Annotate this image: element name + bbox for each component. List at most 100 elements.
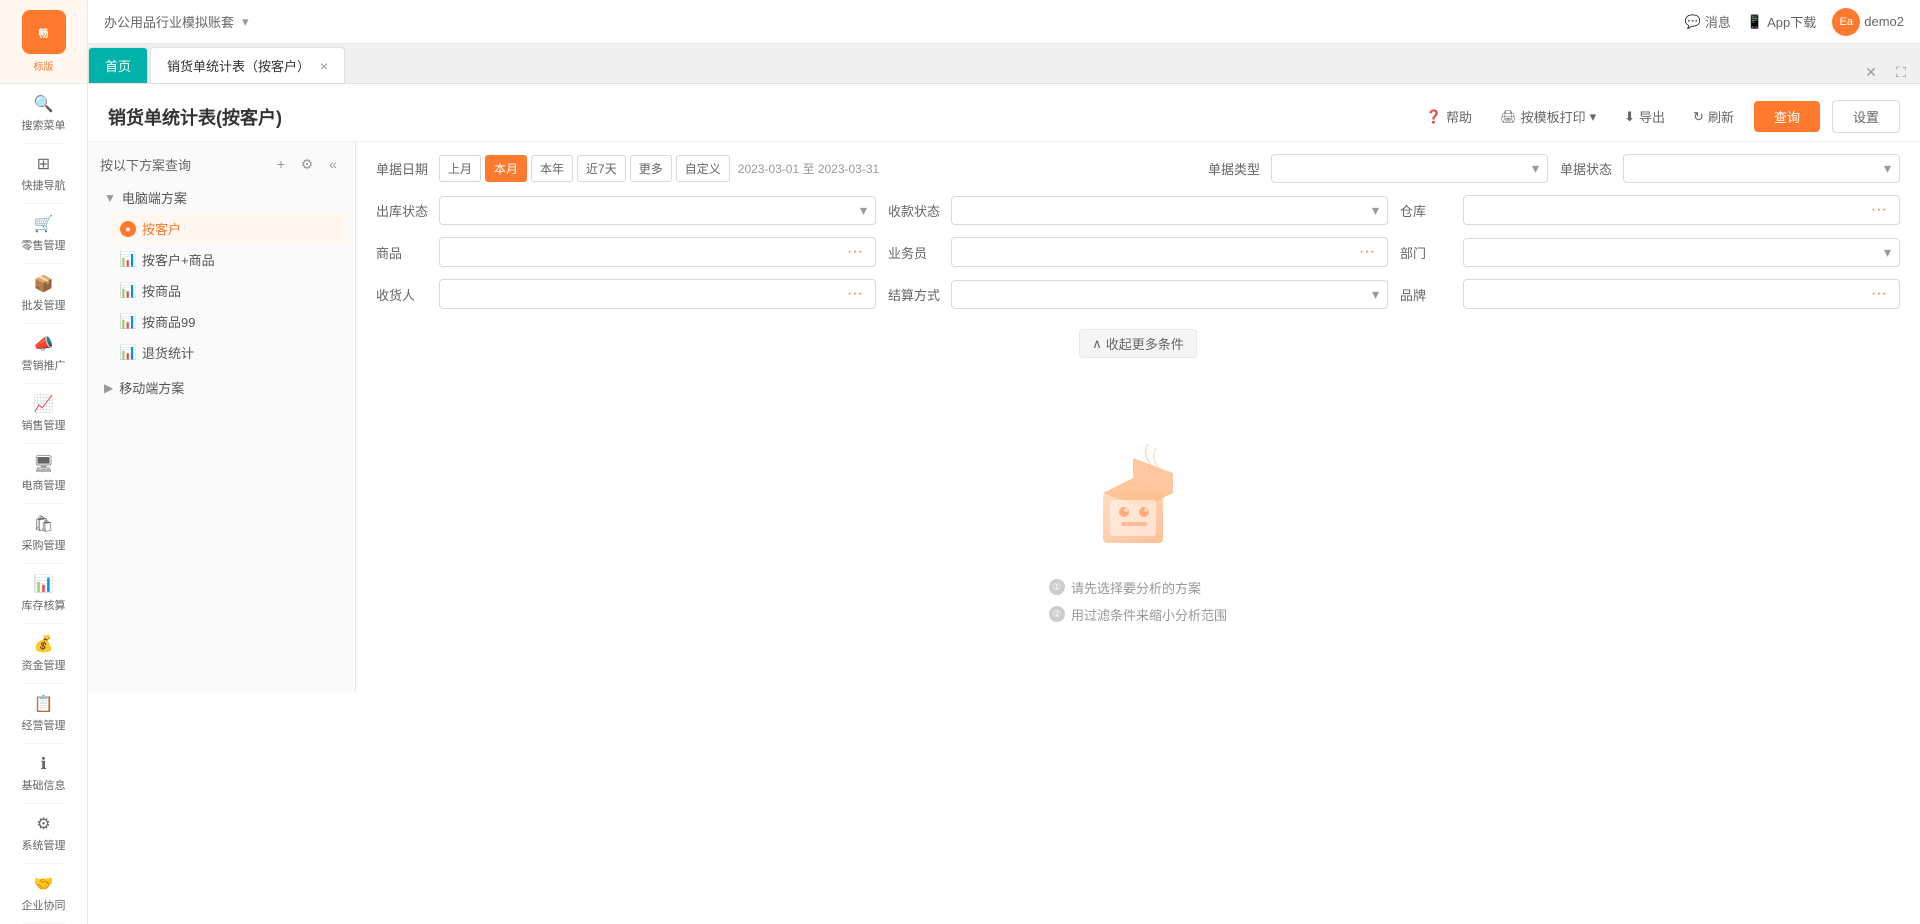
empty-tip-2: ② 用过滤条件来缩小分析范围 [1049, 605, 1227, 624]
salesperson-dots[interactable]: ··· [1355, 243, 1379, 261]
date-btn-this-month[interactable]: 本月 [485, 155, 527, 182]
tab-bar: 首页 销货单统计表（按客户） × ✕ ⛶ [88, 44, 1920, 84]
print-icon: 🖨 [1500, 109, 1517, 125]
app-download-button[interactable]: 📱 App下载 [1747, 12, 1816, 31]
search-button[interactable]: 查询 [1754, 101, 1820, 132]
collapse-button[interactable]: ∧ 收起更多条件 [1079, 329, 1197, 358]
sidebar-item-shortcut[interactable]: ⊞ 快捷导航 [22, 144, 66, 204]
doc-status-select[interactable]: ▾ [1623, 154, 1900, 183]
receiver-select[interactable]: ··· [439, 279, 876, 309]
scheme-item-by-product-label: 按商品 [142, 281, 181, 300]
page-actions: ❓ 帮助 🖨 按模板打印 ▾ ⬇ 导出 ↻ 刷新 查询 设置 [1418, 100, 1900, 133]
print-button[interactable]: 🖨 按模板打印 ▾ [1492, 103, 1604, 130]
sidebar-item-ecommerce[interactable]: 🖥 电商管理 [22, 444, 66, 504]
tab-close-icon[interactable]: × [320, 58, 328, 74]
close-window-button[interactable]: ✕ [1860, 61, 1882, 83]
help-button[interactable]: ❓ 帮助 [1418, 103, 1480, 130]
sidebar-item-inventory[interactable]: 📊 库存核算 [22, 564, 66, 624]
scheme-collapse-button[interactable]: « [323, 154, 343, 174]
scheme-item-return-stats[interactable]: 📊 退货统计 [112, 337, 347, 368]
salesperson-label: 业务员 [888, 243, 943, 262]
scheme-settings-button[interactable]: ⚙ [297, 154, 317, 174]
filter-row-3: 商品 ··· 业务员 ··· [376, 237, 1900, 267]
product-dots[interactable]: ··· [843, 243, 867, 261]
scheme-item-by-product99[interactable]: 📊 按商品99 [112, 306, 347, 337]
settlement-label: 结算方式 [888, 285, 943, 304]
enterprise-icon: 🤝 [34, 874, 54, 894]
date-btn-more[interactable]: 更多 [630, 155, 672, 182]
scheme-category-desktop: ▼ 电脑端方案 ● 按客户 📊 按客户+商品 [96, 182, 347, 368]
scheme-item-icon-customer-product: 📊 [120, 252, 136, 268]
date-btn-last-month[interactable]: 上月 [439, 155, 481, 182]
sidebar-item-system[interactable]: ⚙ 系统管理 [22, 804, 66, 864]
receiver-label: 收货人 [376, 285, 431, 304]
sidebar-item-operations[interactable]: 📋 经营管理 [22, 684, 66, 744]
scheme-add-button[interactable]: + [271, 154, 291, 174]
sidebar-item-basic[interactable]: ℹ 基础信息 [22, 744, 66, 804]
collapse-row: ∧ 收起更多条件 [376, 321, 1900, 366]
top-header: 办公用品行业模拟账套 ▾ 💬 消息 📱 App下载 Ea demo2 [88, 0, 1920, 44]
settings-button[interactable]: 设置 [1832, 100, 1900, 133]
logo-abbr: 畅 [39, 25, 49, 40]
department-select[interactable]: ▾ [1463, 238, 1900, 267]
empty-state: ① 请先选择要分析的方案 ② 用过滤条件来缩小分析范围 [356, 378, 1920, 692]
filter-item-settlement: 结算方式 ▾ [888, 280, 1388, 309]
tab-home[interactable]: 首页 [88, 47, 148, 83]
refresh-button[interactable]: ↻ 刷新 [1685, 103, 1742, 130]
export-icon: ⬇ [1624, 109, 1635, 125]
brand-select[interactable]: ··· [1463, 279, 1900, 309]
tab-sales-stats[interactable]: 销货单统计表（按客户） × [150, 47, 345, 83]
scheme-item-by-product[interactable]: 📊 按商品 [112, 275, 347, 306]
empty-icon [1078, 438, 1198, 558]
sidebar-item-purchase[interactable]: 🛍 采购管理 [22, 504, 66, 564]
receiver-dots[interactable]: ··· [843, 285, 867, 303]
scheme-category-desktop-header[interactable]: ▼ 电脑端方案 [96, 182, 347, 213]
salesperson-select[interactable]: ··· [951, 237, 1388, 267]
scheme-category-mobile-label: 移动端方案 [119, 378, 184, 397]
page-content: 销货单统计表(按客户) ❓ 帮助 🖨 按模板打印 ▾ ⬇ 导出 ↻ 刷新 [88, 84, 1920, 924]
filter-row-2: 出库状态 ▾ 收款状态 ▾ [376, 195, 1900, 225]
product-select[interactable]: ··· [439, 237, 876, 267]
warehouse-dots[interactable]: ··· [1867, 201, 1891, 219]
scheme-item-by-customer[interactable]: ● 按客户 [112, 213, 347, 244]
sidebar-item-enterprise[interactable]: 🤝 企业协同 [22, 864, 66, 924]
doc-status-chevron: ▾ [1884, 160, 1891, 177]
date-btn-last-7[interactable]: 近7天 [577, 155, 626, 182]
scheme-item-customer-product[interactable]: 📊 按客户+商品 [112, 244, 347, 275]
download-icon: 📱 [1747, 14, 1763, 30]
sidebar-item-retail[interactable]: 🛒 零售管理 [22, 204, 66, 264]
user-menu[interactable]: Ea demo2 [1832, 8, 1904, 36]
doc-type-select[interactable]: ▾ [1271, 154, 1548, 183]
receipt-chevron: ▾ [1372, 202, 1379, 219]
maximize-window-button[interactable]: ⛶ [1890, 61, 1912, 83]
shortcut-label: 快捷导航 [22, 177, 66, 193]
receipt-select[interactable]: ▾ [951, 196, 1388, 225]
settlement-select[interactable]: ▾ [951, 280, 1388, 309]
scheme-category-mobile-header[interactable]: ▶ 移动端方案 [96, 372, 347, 403]
date-btn-custom[interactable]: 自定义 [676, 155, 730, 182]
export-button[interactable]: ⬇ 导出 [1616, 103, 1673, 130]
export-label: 导出 [1639, 107, 1665, 126]
header-right: 💬 消息 📱 App下载 Ea demo2 [1685, 8, 1904, 36]
inventory-label: 库存核算 [22, 597, 66, 613]
message-button[interactable]: 💬 消息 [1685, 12, 1731, 31]
delivery-select[interactable]: ▾ [439, 196, 876, 225]
wholesale-icon: 📦 [34, 274, 54, 294]
filter-item-date: 单据日期 上月 本月 本年 近7天 更多 自定义 2023-03-01 至 20… [376, 155, 1196, 182]
main-content: 办公用品行业模拟账套 ▾ 💬 消息 📱 App下载 Ea demo2 首页 [88, 0, 1920, 924]
header-dropdown-icon[interactable]: ▾ [242, 14, 249, 30]
date-buttons-group: 上月 本月 本年 近7天 更多 自定义 2023-03-01 至 2023-03… [439, 155, 1196, 182]
sidebar-item-marketing[interactable]: 📣 营销推广 [22, 324, 66, 384]
wholesale-label: 批发管理 [22, 297, 66, 313]
sidebar-item-sales[interactable]: 📈 销售管理 [22, 384, 66, 444]
enterprise-label: 企业协同 [22, 897, 66, 913]
date-range-display: 2023-03-01 至 2023-03-31 [738, 160, 879, 177]
marketing-label: 营销推广 [22, 357, 66, 373]
collapse-up-icon: ∧ [1092, 336, 1102, 352]
warehouse-select[interactable]: ··· [1463, 195, 1900, 225]
sidebar-item-wholesale[interactable]: 📦 批发管理 [22, 264, 66, 324]
brand-dots[interactable]: ··· [1867, 285, 1891, 303]
sidebar-item-finance[interactable]: 💰 资金管理 [22, 624, 66, 684]
date-btn-this-year[interactable]: 本年 [531, 155, 573, 182]
sidebar-item-search[interactable]: 🔍 搜索菜单 [22, 84, 66, 144]
